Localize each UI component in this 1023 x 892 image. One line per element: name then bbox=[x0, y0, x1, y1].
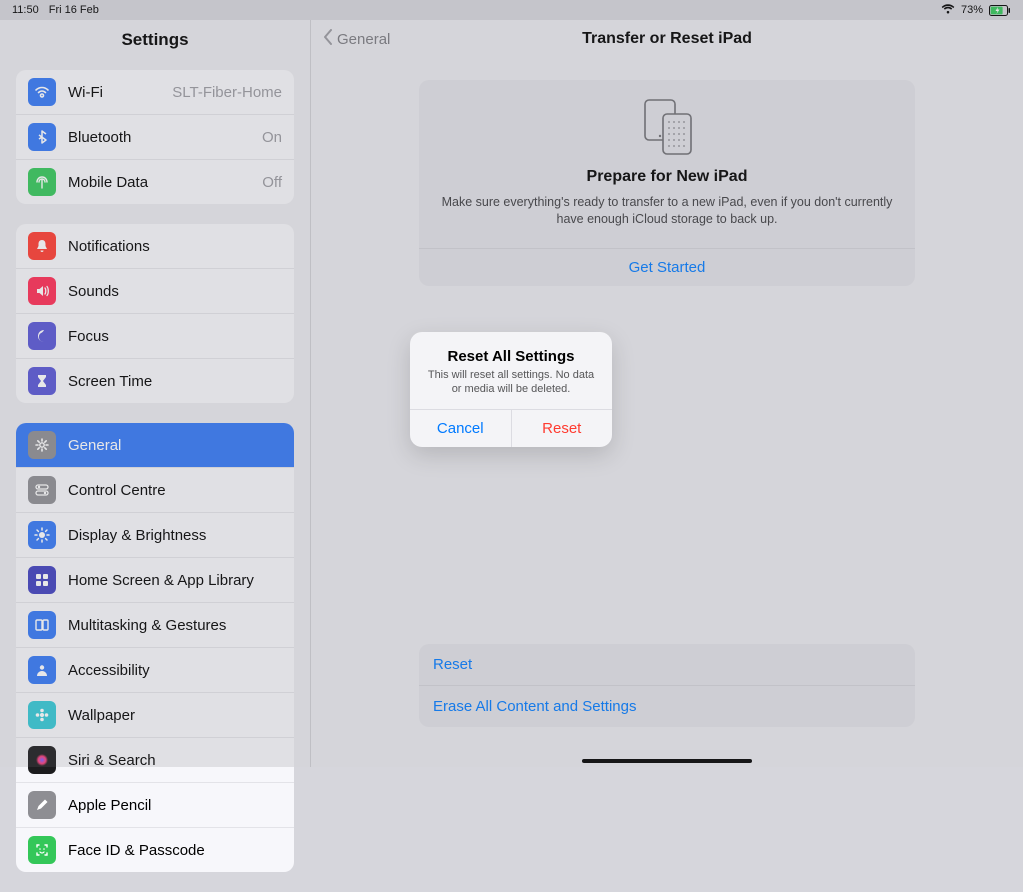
reset-confirm-button[interactable]: Reset bbox=[512, 410, 613, 447]
cancel-button[interactable]: Cancel bbox=[410, 410, 512, 447]
reset-modal: Reset All Settings This will reset all s… bbox=[410, 332, 612, 447]
sidebar-item-label: Apple Pencil bbox=[68, 797, 282, 814]
sidebar-item-apple-pencil[interactable]: Apple Pencil bbox=[16, 782, 294, 827]
sidebar-item-face-id-passcode[interactable]: Face ID & Passcode bbox=[16, 827, 294, 872]
modal-title: Reset All Settings bbox=[422, 348, 600, 365]
sidebar-item-label: Face ID & Passcode bbox=[68, 842, 282, 859]
modal-message: This will reset all settings. No data or… bbox=[422, 369, 600, 397]
modal-overlay[interactable]: Reset All Settings This will reset all s… bbox=[0, 0, 1023, 767]
faceid-icon bbox=[28, 836, 56, 864]
pencil-icon bbox=[28, 791, 56, 819]
